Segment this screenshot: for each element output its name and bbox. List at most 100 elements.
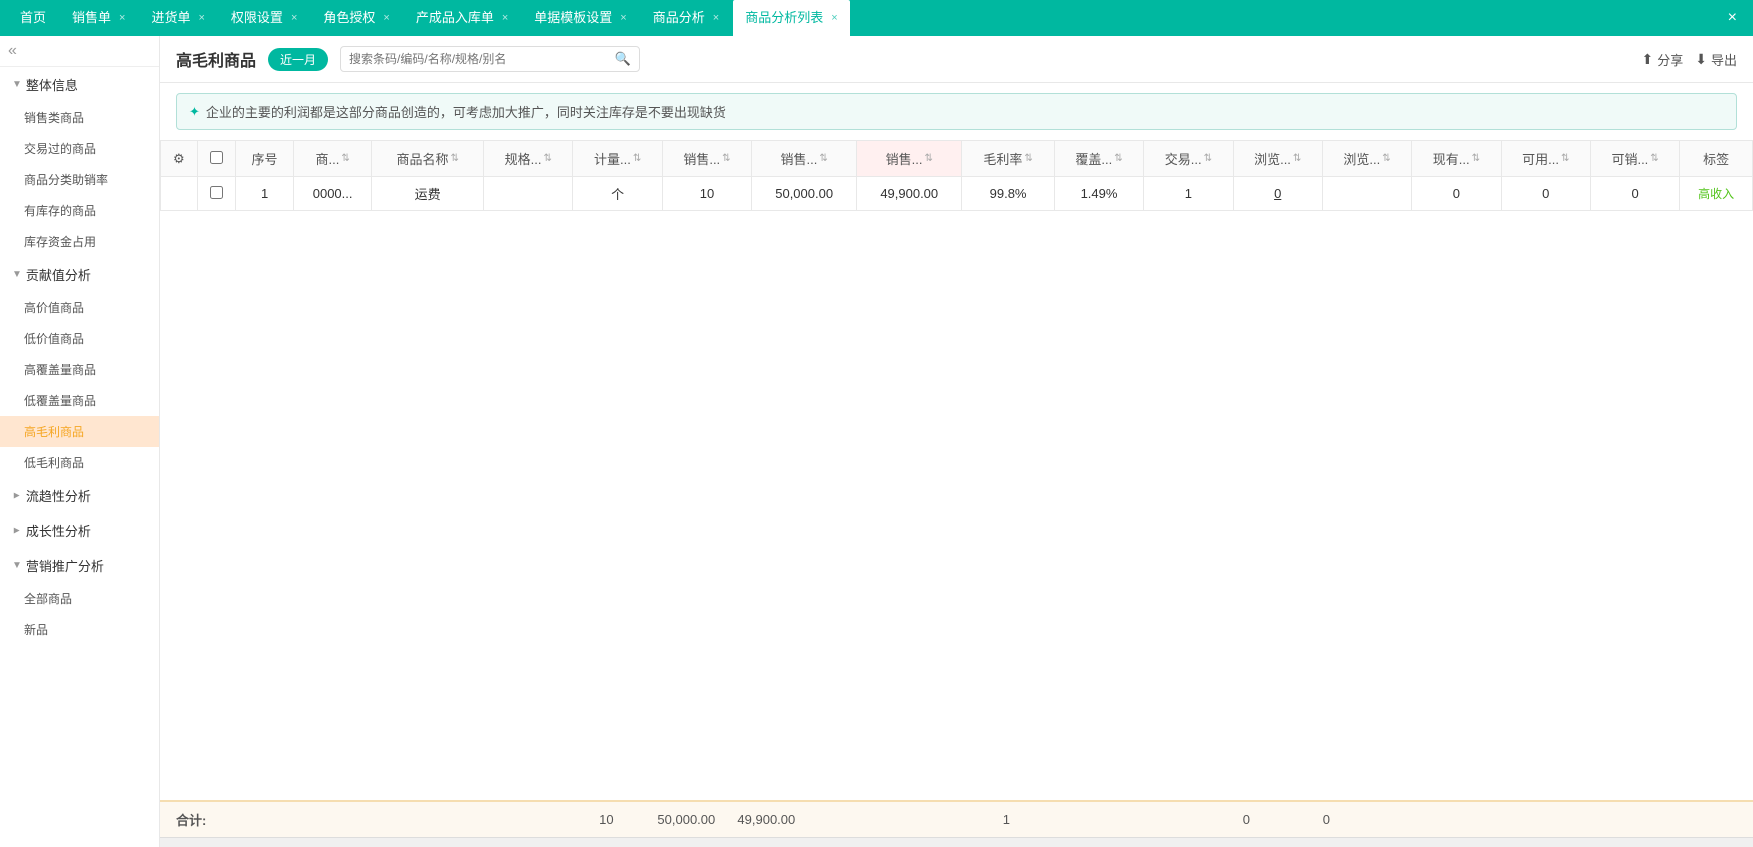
sidebar-group-growth-header[interactable]: ▼ 成长性分析 (0, 513, 159, 548)
sidebar-wrapper: « ▼ 整体信息 销售类商品 交易过的商品 商品分类助销率 有库存的商品 库存资… (0, 36, 160, 847)
search-input[interactable] (349, 52, 615, 66)
nav-product-inbound[interactable]: 产成品入库单 × (404, 0, 520, 36)
col-spec[interactable]: 规格... ⇅ (484, 141, 573, 177)
row-gross-margin: 99.8% (962, 177, 1055, 211)
sort-icon-trade[interactable]: ⇅ (1204, 153, 1212, 164)
col-available[interactable]: 可用... ⇅ (1501, 141, 1590, 177)
sidebar-item-low-margin[interactable]: 低毛利商品 (0, 447, 159, 478)
nav-permission-settings[interactable]: 权限设置 × (219, 0, 309, 36)
row-view2 (1322, 177, 1411, 211)
export-icon: ⬇ (1695, 51, 1707, 68)
row-trade: 1 (1144, 177, 1233, 211)
sort-icon-code[interactable]: ⇅ (341, 153, 349, 164)
col-sales-profit[interactable]: 销售... ⇅ (857, 141, 962, 177)
sidebar-group-overall-header[interactable]: ▼ 整体信息 (0, 67, 159, 102)
col-sales-qty[interactable]: 销售... ⇅ (662, 141, 751, 177)
settings-icon[interactable]: ⚙ (173, 151, 185, 166)
row-select-checkbox[interactable] (210, 186, 223, 199)
nav-close-role[interactable]: × (383, 0, 389, 36)
sidebar-item-stocked-goods[interactable]: 有库存的商品 (0, 195, 159, 226)
sidebar-group-marketing-header[interactable]: ▼ 营销推广分析 (0, 548, 159, 583)
row-sales-amount: 50,000.00 (752, 177, 857, 211)
col-settings[interactable]: ⚙ (161, 141, 198, 177)
sort-icon-view2[interactable]: ⇅ (1382, 153, 1390, 164)
sort-icon-coverage[interactable]: ⇅ (1114, 153, 1122, 164)
nav-home[interactable]: 首页 (8, 0, 58, 36)
sidebar-group-contribution-header[interactable]: ▼ 贡献值分析 (0, 257, 159, 292)
nav-close-permission[interactable]: × (291, 0, 297, 36)
sidebar-item-all-goods[interactable]: 全部商品 (0, 583, 159, 614)
sidebar-item-low-coverage[interactable]: 低覆盖量商品 (0, 385, 159, 416)
sidebar-group-trend-header[interactable]: ▼ 流趋性分析 (0, 478, 159, 513)
sort-icon-unit[interactable]: ⇅ (633, 153, 641, 164)
nav-close-sales[interactable]: × (119, 0, 125, 36)
col-coverage[interactable]: 覆盖... ⇅ (1054, 141, 1143, 177)
row-settings (161, 177, 198, 211)
row-sellable: 0 (1590, 177, 1679, 211)
sort-icon-gross-margin[interactable]: ⇅ (1024, 153, 1032, 164)
sidebar-group-overall: ▼ 整体信息 销售类商品 交易过的商品 商品分类助销率 有库存的商品 库存资金占… (0, 67, 159, 257)
close-all-tabs[interactable]: × (1720, 9, 1745, 27)
col-tag: 标签 (1680, 141, 1753, 177)
nav-role-auth[interactable]: 角色授权 × (311, 0, 401, 36)
nav-template-settings[interactable]: 单据模板设置 × (522, 0, 638, 36)
sidebar-item-high-margin[interactable]: 高毛利商品 (0, 416, 159, 447)
sort-icon-sellable[interactable]: ⇅ (1650, 153, 1658, 164)
sidebar-item-traded-goods[interactable]: 交易过的商品 (0, 133, 159, 164)
sidebar-item-stock-capital[interactable]: 库存资金占用 (0, 226, 159, 257)
sidebar-item-category-rate[interactable]: 商品分类助销率 (0, 164, 159, 195)
sort-icon-sales-profit[interactable]: ⇅ (924, 153, 932, 164)
col-current-stock[interactable]: 现有... ⇅ (1412, 141, 1501, 177)
nav-close-list[interactable]: × (831, 0, 837, 36)
filter-recent-month[interactable]: 近一月 (268, 48, 328, 71)
table-container[interactable]: ⚙ 序号 商... ⇅ (160, 140, 1753, 800)
sort-icon-sales-qty[interactable]: ⇅ (722, 153, 730, 164)
footer-label: 合计: (176, 810, 206, 829)
sidebar-item-sales-goods[interactable]: 销售类商品 (0, 102, 159, 133)
sort-icon-name[interactable]: ⇅ (450, 153, 458, 164)
nav-close-inbound[interactable]: × (502, 0, 508, 36)
nav-sales-order[interactable]: 销售单 × (60, 0, 137, 36)
footer-current-stock: 0 (1206, 812, 1286, 827)
sort-icon-available[interactable]: ⇅ (1561, 153, 1569, 164)
col-name[interactable]: 商品名称 ⇅ (372, 141, 484, 177)
nav-product-analysis[interactable]: 商品分析 × (641, 0, 731, 36)
nav-close-template[interactable]: × (620, 0, 626, 36)
col-view2[interactable]: 浏览... ⇅ (1322, 141, 1411, 177)
col-view1[interactable]: 浏览... ⇅ (1233, 141, 1322, 177)
col-unit[interactable]: 计量... ⇅ (573, 141, 662, 177)
export-button[interactable]: ⬇ 导出 (1695, 50, 1737, 69)
row-index: 1 (236, 177, 294, 211)
nav-close-analysis[interactable]: × (713, 0, 719, 36)
sidebar-item-high-coverage[interactable]: 高覆盖量商品 (0, 354, 159, 385)
nav-close-purchase[interactable]: × (198, 0, 204, 36)
sidebar-item-high-value[interactable]: 高价值商品 (0, 292, 159, 323)
sidebar-collapse-btn[interactable]: « (0, 36, 159, 67)
sort-icon-spec[interactable]: ⇅ (543, 153, 551, 164)
info-banner: ✦ 企业的主要的利润都是这部分商品创造的，可考虑加大推广，同时关注库存是不要出现… (176, 93, 1737, 130)
row-checkbox[interactable] (197, 177, 236, 211)
search-icon[interactable]: 🔍 (615, 51, 631, 67)
nav-purchase-order[interactable]: 进货单 × (139, 0, 216, 36)
sidebar-group-growth: ▼ 成长性分析 (0, 513, 159, 548)
sidebar-item-low-value[interactable]: 低价值商品 (0, 323, 159, 354)
page-title: 高毛利商品 (176, 47, 256, 71)
sort-icon-sales-amount[interactable]: ⇅ (819, 153, 827, 164)
scrollbar-area[interactable] (160, 837, 1753, 847)
col-checkbox[interactable] (197, 141, 236, 177)
arrow-icon-3: ▼ (11, 491, 22, 501)
col-sales-amount[interactable]: 销售... ⇅ (752, 141, 857, 177)
col-sellable[interactable]: 可销... ⇅ (1590, 141, 1679, 177)
sort-icon-view1[interactable]: ⇅ (1293, 153, 1301, 164)
row-unit: 个 (573, 177, 662, 211)
select-all-checkbox[interactable] (210, 151, 223, 164)
share-button[interactable]: ⬆ 分享 (1642, 50, 1684, 69)
footer-sales-amount: 50,000.00 (646, 812, 726, 827)
sort-icon-current-stock[interactable]: ⇅ (1472, 153, 1480, 164)
sidebar-item-new-goods[interactable]: 新品 (0, 614, 159, 645)
col-trade[interactable]: 交易... ⇅ (1144, 141, 1233, 177)
col-gross-margin[interactable]: 毛利率 ⇅ (962, 141, 1055, 177)
row-view1[interactable]: 0 (1233, 177, 1322, 211)
nav-analysis-list[interactable]: 商品分析列表 × (733, 0, 849, 36)
col-code[interactable]: 商... ⇅ (293, 141, 371, 177)
